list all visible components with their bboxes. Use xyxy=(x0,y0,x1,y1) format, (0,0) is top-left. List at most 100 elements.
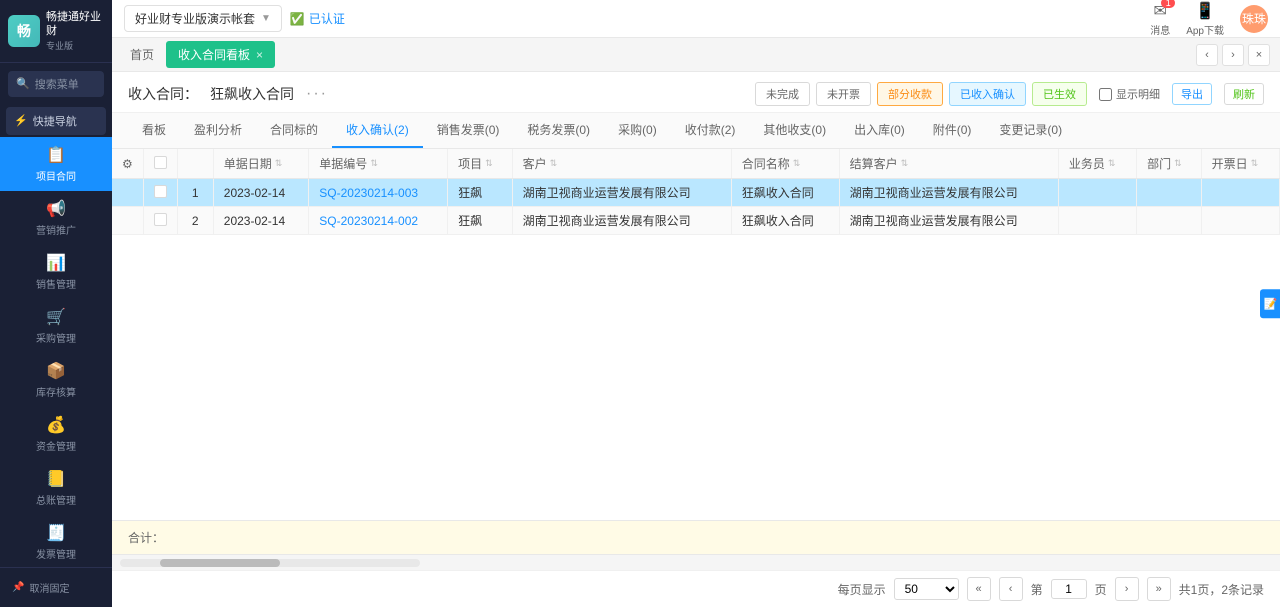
row-settings xyxy=(112,179,143,207)
scroll-bar-thumb[interactable] xyxy=(160,559,280,567)
message-button[interactable]: ✉ 1 消息 xyxy=(1150,1,1170,37)
th-settle-customer: 结算客户 ⇅ xyxy=(839,149,1058,179)
table-row[interactable]: 2 2023-02-14 SQ-20230214-002 狂飙 湖南卫视商业运营… xyxy=(112,207,1280,235)
unpin-icon: 📌 xyxy=(12,582,24,593)
sidebar: 畅 畅捷通好业财 专业版 🔍 搜索菜单 ⚡ 快捷导航 📋 项目合同 📢 营销推广… xyxy=(0,0,112,607)
ledger-icon: 📒 xyxy=(46,469,66,489)
tab-profit-analysis[interactable]: 盈利分析 xyxy=(180,113,256,148)
refresh-button[interactable]: 刷新 xyxy=(1224,83,1264,105)
more-options-button[interactable]: ··· xyxy=(306,85,328,103)
tab-sales-invoice[interactable]: 销售发票(0) xyxy=(423,113,514,148)
sort-date-icon[interactable]: ⇅ xyxy=(275,158,283,169)
topbar-actions: ✉ 1 消息 📱 App下载 珠珠 xyxy=(1150,1,1268,37)
sidebar-item-ledger[interactable]: 📒 总账管理 xyxy=(0,461,112,515)
funds-icon: 💰 xyxy=(46,415,66,435)
sidebar-item-sales[interactable]: 📊 销售管理 xyxy=(0,245,112,299)
tab-payment[interactable]: 收付款(2) xyxy=(671,113,750,148)
settings-icon[interactable]: ⚙ xyxy=(122,157,133,171)
sort-contract-icon[interactable]: ⇅ xyxy=(793,158,801,169)
per-page-select[interactable]: 50 100 200 xyxy=(894,578,959,600)
tab-contract-subject[interactable]: 合同标的 xyxy=(256,113,332,148)
tab-attachments[interactable]: 附件(0) xyxy=(919,113,986,148)
company-selector[interactable]: 好业财专业版演示帐套 ▼ xyxy=(124,5,282,32)
tab-close-button[interactable]: × xyxy=(256,48,263,62)
tabbar-navigation: ‹ › × xyxy=(1196,44,1270,66)
row-salesperson-2 xyxy=(1058,207,1136,235)
sidebar-item-invoice[interactable]: 🧾 发票管理 xyxy=(0,515,112,567)
project-contract-icon: 📋 xyxy=(46,145,66,165)
show-detail-input[interactable] xyxy=(1099,88,1112,101)
status-incomplete-button[interactable]: 未完成 xyxy=(755,82,810,106)
status-partial-receipt-button[interactable]: 部分收款 xyxy=(877,82,943,106)
tab-warehouse[interactable]: 出入库(0) xyxy=(840,113,919,148)
row-date-1: 2023-02-14 xyxy=(213,179,309,207)
app-logo-text: 畅捷通好业财 专业版 xyxy=(46,10,104,52)
tab-other-income[interactable]: 其他收支(0) xyxy=(749,113,840,148)
status-uninvoiced-button[interactable]: 未开票 xyxy=(816,82,871,106)
sales-icon: 📊 xyxy=(46,253,66,273)
tab-next-button[interactable]: › xyxy=(1222,44,1244,66)
sort-code-icon[interactable]: ⇅ xyxy=(370,158,378,169)
row-code-link-2[interactable]: SQ-20230214-002 xyxy=(319,214,418,228)
row-open-date-1 xyxy=(1201,179,1279,207)
sidebar-footer: 📌 取消固定 xyxy=(0,567,112,607)
next-page-button[interactable]: › xyxy=(1115,577,1139,601)
app-download-button[interactable]: 📱 App下载 xyxy=(1186,1,1224,37)
tab-prev-button[interactable]: ‹ xyxy=(1196,44,1218,66)
check-circle-icon: ✅ xyxy=(290,12,305,26)
active-tab[interactable]: 收入合同看板 × xyxy=(166,41,275,68)
th-customer: 客户 ⇅ xyxy=(512,149,731,179)
tab-kanban[interactable]: 看板 xyxy=(128,113,180,148)
row-settle-2: 湖南卫视商业运营发展有限公司 xyxy=(839,207,1058,235)
row-checkbox[interactable] xyxy=(154,185,167,198)
unpin-button[interactable]: 📌 取消固定 xyxy=(8,576,104,599)
table-row[interactable]: 1 2023-02-14 SQ-20230214-003 狂飙 湖南卫视商业运营… xyxy=(112,179,1280,207)
sidebar-item-marketing[interactable]: 📢 营销推广 xyxy=(0,191,112,245)
first-page-button[interactable]: « xyxy=(967,577,991,601)
quick-nav-button[interactable]: ⚡ 快捷导航 xyxy=(6,107,106,135)
sort-project-icon[interactable]: ⇅ xyxy=(485,158,493,169)
home-tab[interactable]: 首页 xyxy=(122,46,162,63)
select-all-checkbox[interactable] xyxy=(154,156,167,169)
page-number-input[interactable] xyxy=(1051,579,1087,599)
sort-salesperson-icon[interactable]: ⇅ xyxy=(1108,158,1116,169)
row-code-link-1[interactable]: SQ-20230214-003 xyxy=(319,186,418,200)
sidebar-logo: 畅 畅捷通好业财 专业版 xyxy=(0,0,112,63)
tab-change-log[interactable]: 变更记录(0) xyxy=(985,113,1076,148)
last-page-button[interactable]: » xyxy=(1147,577,1171,601)
th-project: 项目 ⇅ xyxy=(448,149,512,179)
tab-revenue-confirm[interactable]: 收入确认(2) xyxy=(332,113,423,148)
th-date: 单据日期 ⇅ xyxy=(213,149,309,179)
sidebar-item-project-contract[interactable]: 📋 项目合同 xyxy=(0,137,112,191)
row-num-2: 2 xyxy=(177,207,213,235)
row-checkbox-2[interactable] xyxy=(154,213,167,226)
download-icon: 📱 xyxy=(1195,1,1215,21)
app-logo-icon: 畅 xyxy=(8,15,40,47)
status-revenue-confirmed-button[interactable]: 已收入确认 xyxy=(949,82,1026,106)
sort-open-date-icon[interactable]: ⇅ xyxy=(1251,158,1259,169)
sort-dept-icon[interactable]: ⇅ xyxy=(1174,158,1182,169)
marketing-icon: 📢 xyxy=(46,199,66,219)
row-contract-2: 狂飙收入合同 xyxy=(731,207,839,235)
tab-close-all-button[interactable]: × xyxy=(1248,44,1270,66)
row-date-2: 2023-02-14 xyxy=(213,207,309,235)
sort-customer-icon[interactable]: ⇅ xyxy=(550,158,558,169)
prev-page-button[interactable]: ‹ xyxy=(999,577,1023,601)
quick-nav-icon: ⚡ xyxy=(14,114,28,127)
th-code: 单据编号 ⇅ xyxy=(309,149,448,179)
tab-purchase[interactable]: 采购(0) xyxy=(604,113,671,148)
sidebar-item-funds[interactable]: 💰 资金管理 xyxy=(0,407,112,461)
export-button[interactable]: 导出 xyxy=(1172,83,1212,105)
tab-tax-invoice[interactable]: 税务发票(0) xyxy=(513,113,604,148)
user-avatar[interactable]: 珠珠 xyxy=(1240,5,1268,33)
sidebar-item-inventory[interactable]: 📦 库存核算 xyxy=(0,353,112,407)
show-detail-checkbox[interactable]: 显示明细 xyxy=(1099,86,1160,102)
status-effective-button[interactable]: 已生效 xyxy=(1032,82,1087,106)
sidebar-item-purchase[interactable]: 🛒 采购管理 xyxy=(0,299,112,353)
th-checkbox xyxy=(143,149,177,179)
search-menu-button[interactable]: 🔍 搜索菜单 xyxy=(8,71,104,97)
side-note-button[interactable]: 📝 xyxy=(1260,289,1280,318)
page-content: 收入合同： 狂飙收入合同 ··· 未完成 未开票 部分收款 已收入确认 已生效 … xyxy=(112,72,1280,607)
sort-settle-icon[interactable]: ⇅ xyxy=(901,158,909,169)
tab-label: 收入合同看板 xyxy=(178,46,250,63)
